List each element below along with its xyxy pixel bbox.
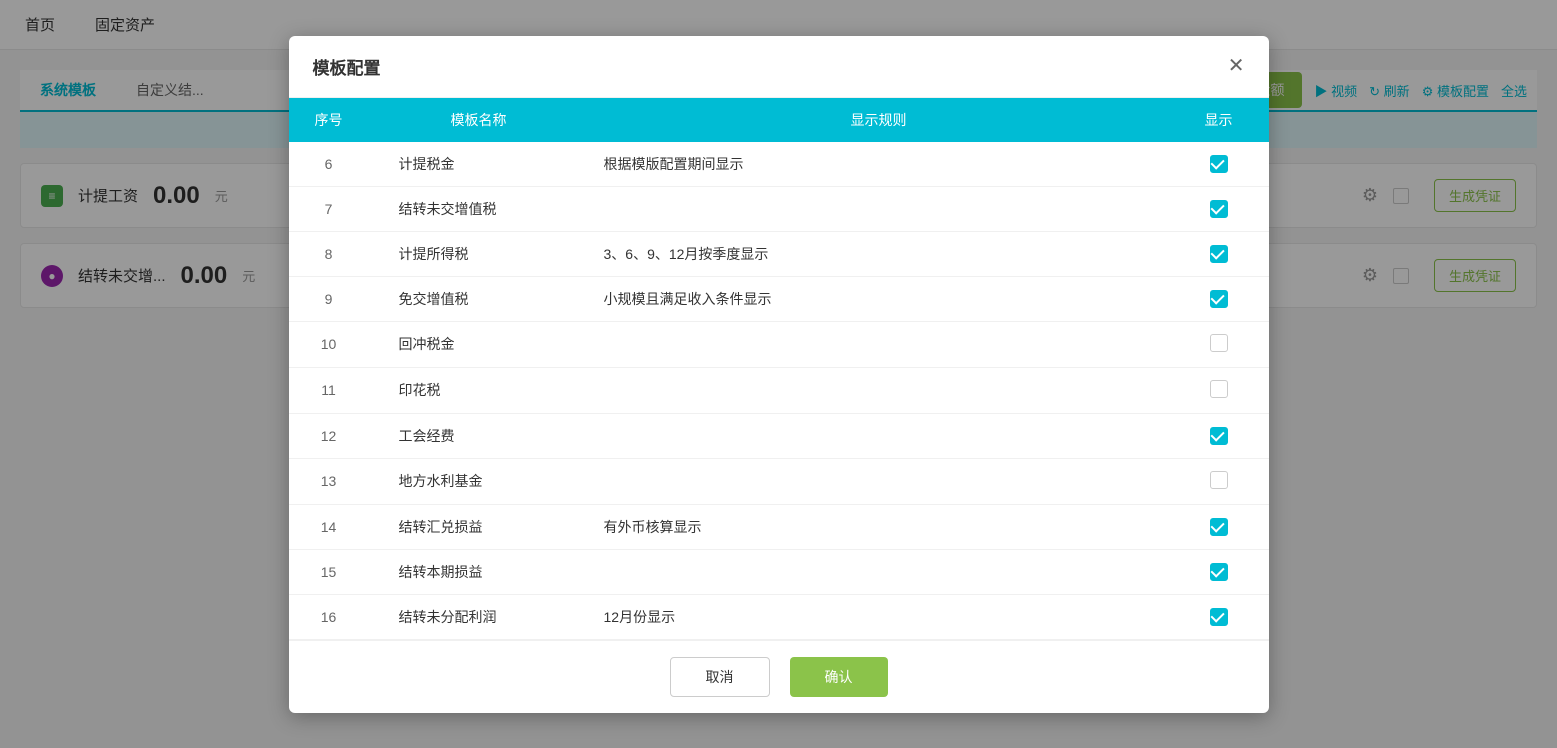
- checkbox-checked[interactable]: [1210, 427, 1228, 445]
- cell-checkbox: [1169, 142, 1269, 187]
- cell-checkbox: [1169, 186, 1269, 231]
- checkbox-checked[interactable]: [1210, 200, 1228, 218]
- checkbox-unchecked[interactable]: [1210, 334, 1228, 352]
- cell-checkbox: [1169, 458, 1269, 504]
- cell-name: 结转未交增值税: [369, 186, 589, 231]
- col-header-name: 模板名称: [369, 98, 589, 142]
- table-row: 9免交增值税小规模且满足收入条件显示: [289, 276, 1269, 321]
- table-row: 15结转本期损益: [289, 549, 1269, 594]
- cell-checkbox: [1169, 549, 1269, 594]
- cell-rule: 3、6、9、12月按季度显示: [589, 231, 1169, 276]
- cell-checkbox: [1169, 413, 1269, 458]
- dialog-footer: 取消 确认: [289, 640, 1269, 713]
- table-row: 12工会经费: [289, 413, 1269, 458]
- table-row: 16结转未分配利润12月份显示: [289, 594, 1269, 639]
- cell-rule: 根据模版配置期间显示: [589, 142, 1169, 187]
- col-header-rule: 显示规则: [589, 98, 1169, 142]
- cell-rule: 12月份显示: [589, 594, 1169, 639]
- close-icon[interactable]: ✕: [1228, 56, 1245, 76]
- cell-checkbox: [1169, 321, 1269, 367]
- cell-rule: 小规模且满足收入条件显示: [589, 276, 1169, 321]
- cell-name: 免交增值税: [369, 276, 589, 321]
- cell-rule: [589, 549, 1169, 594]
- cell-rule: [589, 321, 1169, 367]
- dialog-title: 模板配置: [313, 54, 381, 79]
- cell-checkbox: [1169, 276, 1269, 321]
- col-header-display: 显示: [1169, 98, 1269, 142]
- checkbox-unchecked[interactable]: [1210, 471, 1228, 489]
- cell-name: 结转未分配利润: [369, 594, 589, 639]
- cell-seq: 6: [289, 142, 369, 187]
- cell-rule: [589, 367, 1169, 413]
- cell-seq: 10: [289, 321, 369, 367]
- cell-seq: 7: [289, 186, 369, 231]
- checkbox-checked[interactable]: [1210, 155, 1228, 173]
- cell-rule: 有外币核算显示: [589, 504, 1169, 549]
- table-row: 10回冲税金: [289, 321, 1269, 367]
- cell-seq: 11: [289, 367, 369, 413]
- cell-seq: 15: [289, 549, 369, 594]
- table-row: 6计提税金根据模版配置期间显示: [289, 142, 1269, 187]
- checkbox-checked[interactable]: [1210, 245, 1228, 263]
- cell-checkbox: [1169, 594, 1269, 639]
- cell-seq: 9: [289, 276, 369, 321]
- cell-name: 印花税: [369, 367, 589, 413]
- cell-seq: 13: [289, 458, 369, 504]
- cell-seq: 12: [289, 413, 369, 458]
- checkbox-unchecked[interactable]: [1210, 380, 1228, 398]
- table-row: 8计提所得税3、6、9、12月按季度显示: [289, 231, 1269, 276]
- table-row: 14结转汇兑损益有外币核算显示: [289, 504, 1269, 549]
- checkbox-checked[interactable]: [1210, 518, 1228, 536]
- table-row: 7结转未交增值税: [289, 186, 1269, 231]
- table-row: 13地方水利基金: [289, 458, 1269, 504]
- cell-name: 结转汇兑损益: [369, 504, 589, 549]
- cell-rule: [589, 413, 1169, 458]
- modal-overlay: 模板配置 ✕ 序号 模板名称 显示规则 显示 6计提税金根据模版配置期间显示7结…: [0, 0, 1557, 748]
- cell-rule: [589, 458, 1169, 504]
- cell-seq: 16: [289, 594, 369, 639]
- dialog-header: 模板配置 ✕: [289, 36, 1269, 98]
- cell-rule: [589, 186, 1169, 231]
- config-table: 序号 模板名称 显示规则 显示 6计提税金根据模版配置期间显示7结转未交增值税8…: [289, 98, 1269, 640]
- cell-checkbox: [1169, 231, 1269, 276]
- col-header-seq: 序号: [289, 98, 369, 142]
- cell-seq: 8: [289, 231, 369, 276]
- checkbox-checked[interactable]: [1210, 290, 1228, 308]
- cell-name: 工会经费: [369, 413, 589, 458]
- cell-name: 计提税金: [369, 142, 589, 187]
- dialog-template-config: 模板配置 ✕ 序号 模板名称 显示规则 显示 6计提税金根据模版配置期间显示7结…: [289, 36, 1269, 713]
- checkbox-checked[interactable]: [1210, 563, 1228, 581]
- cell-name: 结转本期损益: [369, 549, 589, 594]
- cell-seq: 14: [289, 504, 369, 549]
- cell-name: 回冲税金: [369, 321, 589, 367]
- cell-name: 计提所得税: [369, 231, 589, 276]
- checkbox-checked[interactable]: [1210, 608, 1228, 626]
- confirm-button[interactable]: 确认: [790, 657, 888, 697]
- table-row: 11印花税: [289, 367, 1269, 413]
- dialog-body: 序号 模板名称 显示规则 显示 6计提税金根据模版配置期间显示7结转未交增值税8…: [289, 98, 1269, 640]
- cell-checkbox: [1169, 504, 1269, 549]
- cancel-button[interactable]: 取消: [670, 657, 770, 697]
- table-header-row: 序号 模板名称 显示规则 显示: [289, 98, 1269, 142]
- cell-checkbox: [1169, 367, 1269, 413]
- cell-name: 地方水利基金: [369, 458, 589, 504]
